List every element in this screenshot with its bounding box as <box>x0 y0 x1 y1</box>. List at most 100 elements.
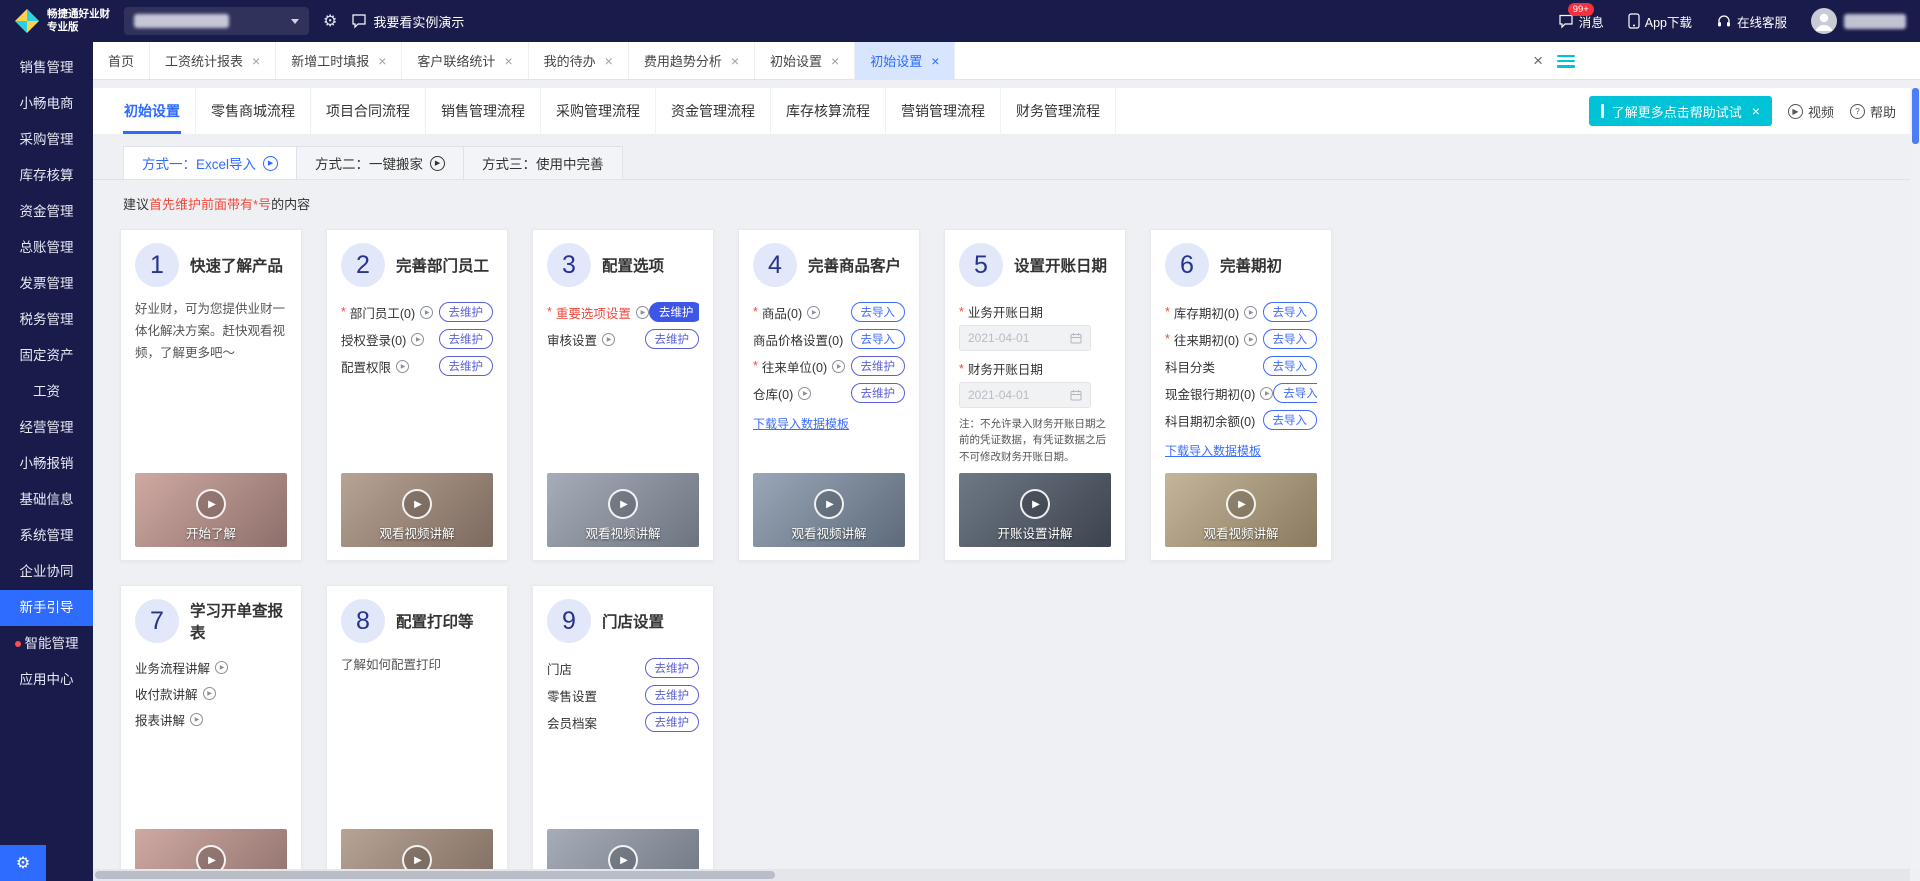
card-number: 8 <box>341 599 385 643</box>
setup-card: 1 快速了解产品 好业财，可为您提供业财一体化解决方案。赶快观看视频，了解更多吧～ ▶… <box>120 229 302 561</box>
sidebar-item[interactable]: 小畅报销 <box>0 446 93 482</box>
document-tab[interactable]: 费用趋势分析 × <box>629 42 756 79</box>
close-tab-button[interactable]: × <box>1533 51 1543 71</box>
maintain-button[interactable]: 去维护 <box>644 712 699 732</box>
document-tab[interactable]: 初始设置 × <box>755 42 856 79</box>
import-button[interactable]: 去导入 <box>1262 356 1317 376</box>
import-button[interactable]: 去导入 <box>850 302 905 322</box>
subtab[interactable]: 销售管理流程 <box>426 88 541 134</box>
banner-close-icon[interactable]: × <box>1752 103 1760 119</box>
maintain-button[interactable]: 去维护 <box>648 302 699 322</box>
video-link[interactable]: ▶ 视频 <box>1787 102 1834 121</box>
horizontal-scrollbar[interactable] <box>93 869 1910 881</box>
sidebar-settings-button[interactable]: ⚙ <box>0 845 46 881</box>
sidebar-item[interactable]: 固定资产 <box>0 338 93 374</box>
video-thumbnail[interactable]: ▶ 观看视频讲解 <box>547 473 699 547</box>
sidebar-item[interactable]: 库存核算 <box>0 158 93 194</box>
banner-accent <box>1600 104 1604 118</box>
method-tab[interactable]: 方式一：Excel导入 ▶ <box>123 146 298 179</box>
method-tab-label: 方式三：使用中完善 <box>482 157 604 172</box>
sidebar-item[interactable]: 销售管理 <box>0 50 93 86</box>
sidebar-item[interactable]: 资金管理 <box>0 194 93 230</box>
app-download-button[interactable]: App下载 <box>1628 12 1692 31</box>
download-template-link[interactable]: 下载导入数据模板 <box>1165 442 1261 459</box>
messages-button[interactable]: 99+ 消息 <box>1558 2 1604 31</box>
media-play-icon: ▶ <box>190 713 204 726</box>
import-button[interactable]: 去导入 <box>1262 410 1317 430</box>
org-selector[interactable] <box>124 7 309 35</box>
row-label: 业务流程讲解 ▶ <box>135 658 229 677</box>
help-banner[interactable]: 了解更多点击帮助试试 × <box>1588 96 1772 126</box>
maintain-button[interactable]: 去维护 <box>850 356 905 376</box>
sidebar-item[interactable]: 小畅电商 <box>0 86 93 122</box>
import-button[interactable]: 去导入 <box>850 329 905 349</box>
sidebar-item[interactable]: 经营管理 <box>0 410 93 446</box>
horizontal-scrollbar-thumb[interactable] <box>95 871 775 879</box>
import-button[interactable]: 去导入 <box>1262 329 1317 349</box>
document-tab[interactable]: 初始设置 × <box>855 42 956 79</box>
vertical-scrollbar-thumb[interactable] <box>1911 88 1919 144</box>
sidebar-item[interactable]: 智能管理 <box>0 626 93 662</box>
sidebar-item[interactable]: 企业协同 <box>0 554 93 590</box>
vertical-scrollbar[interactable] <box>1910 80 1920 869</box>
online-service-button[interactable]: 在线客服 <box>1716 12 1787 31</box>
gear-icon[interactable]: ⚙ <box>323 11 337 31</box>
sidebar-item[interactable]: 系统管理 <box>0 518 93 554</box>
demo-link[interactable]: 我要看实例演示 <box>351 12 464 31</box>
maintain-button[interactable]: 去维护 <box>438 356 493 376</box>
tab-close-icon[interactable]: × <box>504 53 512 69</box>
cards-grid: 1 快速了解产品 好业财，可为您提供业财一体化解决方案。赶快观看视频，了解更多吧～ ▶… <box>120 229 1380 881</box>
tab-close-icon[interactable]: × <box>252 53 260 69</box>
subtab[interactable]: 采购管理流程 <box>541 88 656 134</box>
subtab[interactable]: 初始设置 <box>109 88 196 134</box>
subtab[interactable]: 库存核算流程 <box>771 88 886 134</box>
video-thumbnail[interactable]: ▶ 开账设置讲解 <box>959 473 1111 547</box>
subtab[interactable]: 财务管理流程 <box>1001 88 1116 134</box>
sidebar-item[interactable]: 应用中心 <box>0 662 93 698</box>
subtab[interactable]: 项目合同流程 <box>311 88 426 134</box>
user-menu[interactable] <box>1811 8 1906 34</box>
tab-list-icon[interactable] <box>1557 54 1575 68</box>
video-thumbnail[interactable]: ▶ 开始了解 <box>135 473 287 547</box>
sidebar-item[interactable]: 新手引导 <box>0 590 93 626</box>
tab-close-icon[interactable]: × <box>731 53 739 69</box>
help-link[interactable]: ? 帮助 <box>1849 102 1896 121</box>
video-thumbnail[interactable]: ▶ 观看视频讲解 <box>341 473 493 547</box>
document-tab[interactable]: 首页 <box>93 42 151 79</box>
play-glyph: ▶ <box>194 717 200 723</box>
sidebar-item[interactable]: 采购管理 <box>0 122 93 158</box>
maintain-button[interactable]: 去维护 <box>438 302 493 322</box>
sidebar-item[interactable]: 工资 <box>0 374 93 410</box>
maintain-button[interactable]: 去维护 <box>644 329 699 349</box>
document-tab[interactable]: 客户联络统计 × <box>402 42 529 79</box>
video-thumbnail[interactable]: ▶ 观看视频讲解 <box>1165 473 1317 547</box>
media-play-icon: ▶ <box>411 332 425 346</box>
import-button[interactable]: 去导入 <box>1273 383 1317 403</box>
document-tab[interactable]: 我的待办 × <box>529 42 629 79</box>
sidebar-item[interactable]: 基础信息 <box>0 482 93 518</box>
tab-close-icon[interactable]: × <box>931 53 939 69</box>
maintain-button[interactable]: 去维护 <box>644 658 699 678</box>
method-tab[interactable]: 方式二：一键搬家 ▶ <box>296 146 465 179</box>
maintain-button[interactable]: 去维护 <box>850 383 905 403</box>
tab-close-icon[interactable]: × <box>378 53 386 69</box>
subtab[interactable]: 资金管理流程 <box>656 88 771 134</box>
download-template-link[interactable]: 下载导入数据模板 <box>753 415 849 432</box>
maintain-button[interactable]: 去维护 <box>644 685 699 705</box>
date-input[interactable]: 2021-04-01 <box>959 382 1091 408</box>
maintain-button[interactable]: 去维护 <box>438 329 493 349</box>
sidebar-item[interactable]: 税务管理 <box>0 302 93 338</box>
tab-close-icon[interactable]: × <box>831 53 839 69</box>
document-tab[interactable]: 工资统计报表 × <box>150 42 277 79</box>
video-thumbnail[interactable]: ▶ 观看视频讲解 <box>753 473 905 547</box>
subtab[interactable]: 零售商城流程 <box>196 88 311 134</box>
document-tab[interactable]: 新增工时填报 × <box>276 42 403 79</box>
method-tab[interactable]: 方式三：使用中完善 <box>463 146 623 179</box>
subtab[interactable]: 营销管理流程 <box>886 88 1001 134</box>
sidebar-item[interactable]: 发票管理 <box>0 266 93 302</box>
sidebar: 销售管理 小畅电商 采购管理 库存核算 资金管理 总账管理 发票管理 税务管理 固定资产 工资 经营… <box>0 42 93 881</box>
import-button[interactable]: 去导入 <box>1262 302 1317 322</box>
date-input[interactable]: 2021-04-01 <box>959 325 1091 351</box>
tab-close-icon[interactable]: × <box>605 53 613 69</box>
sidebar-item[interactable]: 总账管理 <box>0 230 93 266</box>
